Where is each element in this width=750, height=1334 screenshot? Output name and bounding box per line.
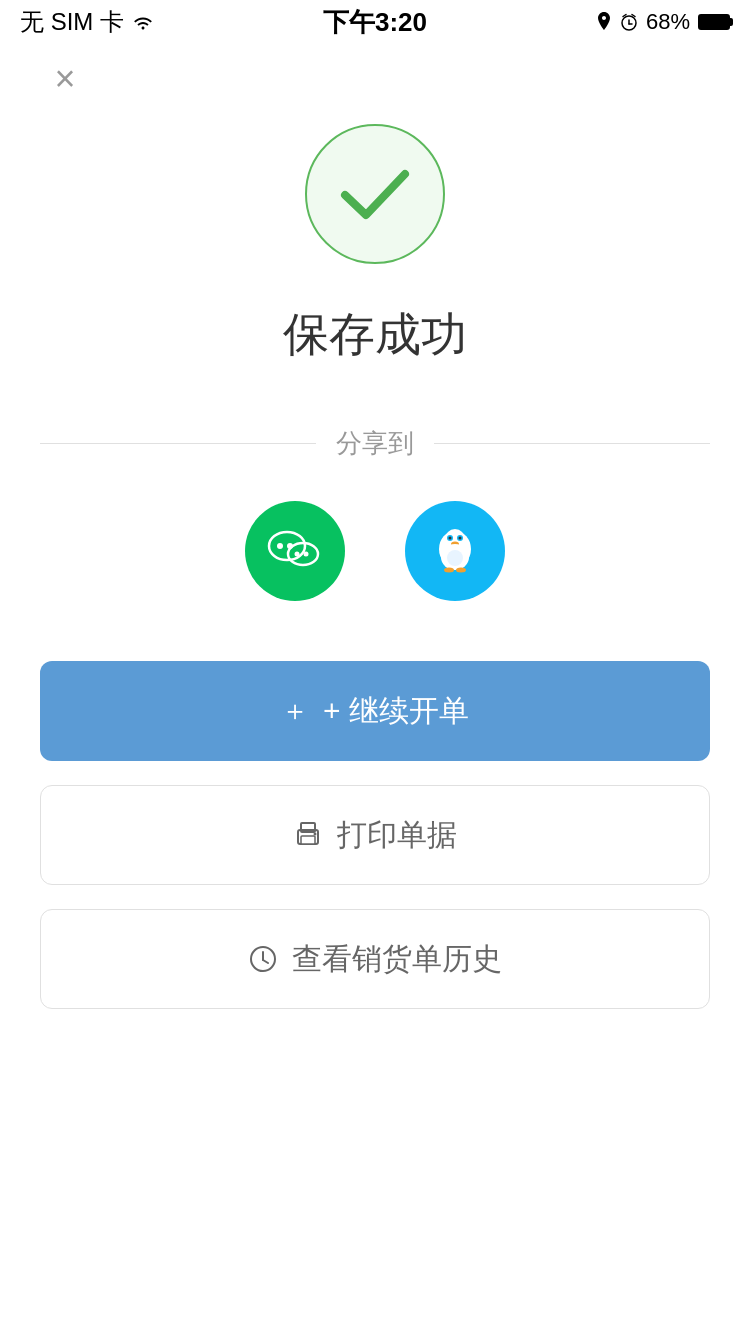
print-label: 打印单据 [337,815,457,856]
checkmark-icon [340,167,410,222]
wechat-icon [267,526,323,576]
status-bar: 无 SIM 卡 下午3:20 68% [0,0,750,44]
action-buttons: ＋ + 继续开单 打印单据 [0,661,750,1009]
svg-point-4 [277,543,283,549]
svg-point-7 [295,552,300,557]
svg-point-18 [444,568,454,573]
qq-share-button[interactable] [405,501,505,601]
svg-point-19 [456,568,466,573]
location-icon [596,12,612,32]
continue-label: + 继续开单 [323,691,469,732]
history-label: 查看销货单历史 [292,939,502,980]
no-sim-text: 无 SIM 卡 [20,6,124,38]
battery-icon [698,14,730,30]
history-button[interactable]: 查看销货单历史 [40,909,710,1009]
battery-percent: 68% [646,9,690,35]
alarm-icon [620,13,638,31]
print-button[interactable]: 打印单据 [40,785,710,885]
share-icons [40,501,710,601]
main-content: 保存成功 分享到 [0,44,750,1009]
share-section: 分享到 [0,426,750,601]
svg-line-26 [263,960,268,963]
continue-button[interactable]: ＋ + 继续开单 [40,661,710,761]
wifi-icon [132,14,154,30]
svg-point-14 [459,537,462,540]
status-right: 68% [596,9,730,35]
clock-icon [248,944,278,974]
close-button[interactable]: × [40,54,90,104]
svg-rect-21 [301,836,315,844]
success-title: 保存成功 [283,304,467,366]
svg-point-17 [447,550,463,566]
close-icon: × [54,61,75,97]
wechat-share-button[interactable] [245,501,345,601]
success-circle [305,124,445,264]
svg-point-13 [449,537,452,540]
status-left: 无 SIM 卡 [20,6,154,38]
printer-icon [293,821,323,849]
qq-icon [429,523,481,579]
status-time: 下午3:20 [323,5,427,40]
svg-point-23 [314,833,317,836]
share-divider: 分享到 [40,426,710,461]
svg-point-8 [304,552,309,557]
share-label: 分享到 [336,426,414,461]
plus-icon: ＋ [281,692,309,730]
